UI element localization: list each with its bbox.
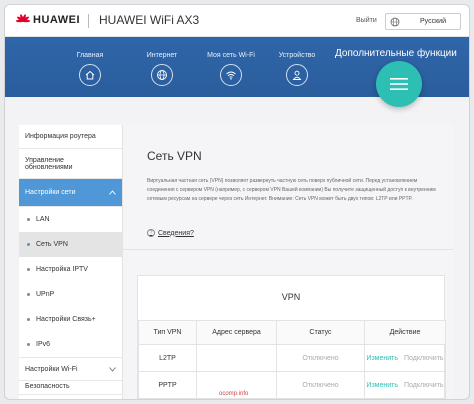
vpn-type-cell: PPTP <box>138 371 197 399</box>
watermark: ocomp.info <box>217 391 251 397</box>
server-address-cell <box>196 344 277 372</box>
sidebar-item-label: Настройки Wi-Fi <box>25 365 78 373</box>
nav-home-label: Главная <box>76 52 104 59</box>
column-header: Статус <box>276 320 365 345</box>
sidebar-subitem-link-plus[interactable]: Настройки Связь+ <box>19 307 122 332</box>
more-info-label: Сведения? <box>158 229 194 237</box>
table-row: L2TP Отключено Изменить Подключить <box>138 344 446 372</box>
sidebar-item-label: Настройки сети <box>25 189 76 196</box>
huawei-logo-icon <box>15 14 31 23</box>
top-header: HUAWEI HUAWEI WiFi AX3 Выйти Русский <box>5 5 469 37</box>
app-window: HUAWEI HUAWEI WiFi AX3 Выйти Русский Гла… <box>4 4 470 400</box>
sidebar-subitem-ipv6[interactable]: IPv6 <box>19 332 122 357</box>
nav-home[interactable]: Главная <box>55 52 125 86</box>
chevron-down-icon <box>109 366 116 372</box>
sidebar-subitem-lan[interactable]: LAN <box>19 207 122 232</box>
nav-internet-label: Интернет <box>146 52 178 59</box>
status-cell: Отключено <box>276 344 365 372</box>
column-header: Тип VPN <box>138 320 197 345</box>
header-divider <box>88 14 89 28</box>
globe-icon <box>157 70 167 80</box>
sidebar-item-label: Управление <box>25 156 64 164</box>
table-row: PPTP Отключено Изменить Подключить <box>138 371 446 399</box>
nav-advanced-label[interactable]: Дополнительные функции <box>335 48 457 59</box>
sidebar-item-update-management[interactable]: Управление обновлениями <box>19 149 122 179</box>
brand-name: HUAWEI <box>33 14 80 26</box>
wifi-icon <box>226 71 236 80</box>
vpn-card: VPN Тип VPN Адрес сервера Статус Действи… <box>137 275 446 399</box>
language-value: Русский <box>420 18 446 25</box>
question-icon: ? <box>147 229 155 237</box>
edit-button[interactable]: Изменить <box>366 382 398 389</box>
advanced-menu-button[interactable] <box>376 61 422 107</box>
table-header-row: Тип VPN Адрес сервера Статус Действие <box>138 320 446 345</box>
section-divider <box>123 249 453 250</box>
language-select[interactable]: Русский <box>385 13 461 30</box>
sidebar-item-network-settings[interactable]: Настройки сети <box>19 179 122 207</box>
column-header: Адрес сервера <box>196 320 277 345</box>
sidebar-item-label: Безопасность <box>25 383 70 390</box>
globe-icon <box>390 17 400 27</box>
edit-button[interactable]: Изменить <box>366 355 398 362</box>
sidebar-item-label: обновлениями <box>25 163 73 171</box>
sidebar-subitem-vpn[interactable]: Сеть VPN <box>19 232 122 257</box>
vpn-card-title: VPN <box>281 292 301 302</box>
nav-device[interactable]: Устройство <box>262 52 332 86</box>
nav-wifi-label: Моя сеть Wi-Fi <box>207 52 255 59</box>
nav-internet[interactable]: Интернет <box>127 52 197 86</box>
page-title: Сеть VPN <box>147 149 202 163</box>
home-icon <box>85 70 95 80</box>
action-cell: Изменить Подключить <box>364 371 446 399</box>
connect-button[interactable]: Подключить <box>404 355 444 362</box>
nav-device-label: Устройство <box>278 52 316 59</box>
sidebar: Информация роутера Управление обновления… <box>19 125 123 399</box>
sidebar-subitem-upnp[interactable]: UPnP <box>19 282 122 307</box>
column-header: Действие <box>364 320 446 345</box>
sidebar-item-router-info[interactable]: Информация роутера <box>19 125 122 149</box>
vpn-table: Тип VPN Адрес сервера Статус Действие L2… <box>138 320 446 399</box>
hamburger-icon <box>390 78 408 90</box>
nav-wifi[interactable]: Моя сеть Wi-Fi <box>196 52 266 86</box>
sidebar-subitem-iptv[interactable]: Настройка IPTV <box>19 257 122 282</box>
sidebar-item-wifi-settings[interactable]: Настройки Wi-Fi <box>19 357 122 381</box>
more-info-link[interactable]: ? Сведения? <box>147 229 194 237</box>
logout-link[interactable]: Выйти <box>356 17 377 24</box>
page-description: Виртуальная частная сеть (VPN) позволяет… <box>147 178 436 202</box>
sidebar-item-label: Информация роутера <box>25 133 96 140</box>
chevron-up-icon <box>109 190 116 195</box>
main-content: Сеть VPN Виртуальная частная сеть (VPN) … <box>123 125 453 399</box>
action-cell: Изменить Подключить <box>364 344 446 372</box>
status-cell: Отключено <box>276 371 365 399</box>
connect-button[interactable]: Подключить <box>404 382 444 389</box>
product-name: HUAWEI WiFi AX3 <box>99 13 200 27</box>
vpn-type-cell: L2TP <box>138 344 197 372</box>
sidebar-item-security[interactable]: Безопасность <box>19 381 122 395</box>
user-icon <box>292 70 302 80</box>
